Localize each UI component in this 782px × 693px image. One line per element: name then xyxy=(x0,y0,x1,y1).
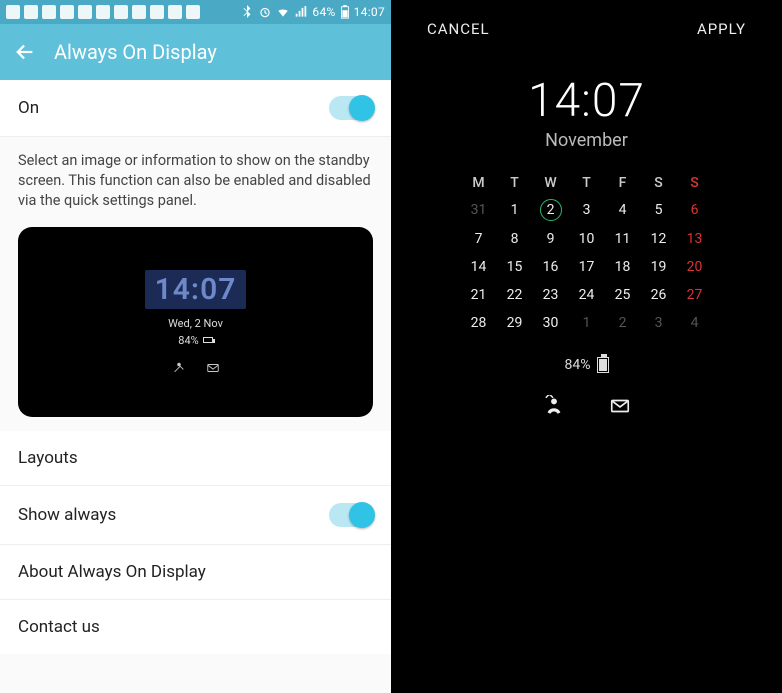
description-text: Select an image or information to show o… xyxy=(0,137,391,221)
cal-day: 13 xyxy=(683,229,707,249)
cal-day: 17 xyxy=(575,257,599,277)
notif-icon xyxy=(6,5,20,19)
preview-clock: 14:07 xyxy=(145,270,247,309)
alarm-icon xyxy=(258,5,272,19)
on-toggle-row[interactable]: On xyxy=(0,80,391,137)
notif-icon xyxy=(114,5,128,19)
settings-screen: 64% 14:07 Always On Display On Select an… xyxy=(0,0,391,693)
notif-icon xyxy=(132,5,146,19)
cal-day: 10 xyxy=(575,229,599,249)
cal-day: 25 xyxy=(611,285,635,305)
cal-day: 11 xyxy=(611,229,635,249)
status-time: 14:07 xyxy=(354,5,385,19)
mail-icon xyxy=(609,395,631,417)
cal-dow: T xyxy=(503,175,527,191)
preview-icons xyxy=(172,361,220,375)
on-label: On xyxy=(18,98,39,118)
cal-day: 3 xyxy=(647,313,671,333)
contact-item[interactable]: Contact us xyxy=(0,600,391,654)
aod-clock: 14:07 xyxy=(528,74,645,128)
cal-day: 4 xyxy=(611,199,635,221)
status-bar: 64% 14:07 xyxy=(0,0,391,24)
cal-day: 9 xyxy=(539,229,563,249)
about-item[interactable]: About Always On Display xyxy=(0,545,391,600)
aod-calendar: MTWTFSS 31123456789101112131415161718192… xyxy=(455,167,719,341)
missed-call-icon xyxy=(543,395,565,417)
cal-day: 14 xyxy=(467,257,491,277)
cal-day: 26 xyxy=(647,285,671,305)
cal-day: 2 xyxy=(539,199,563,221)
cal-day: 1 xyxy=(503,199,527,221)
cal-day: 18 xyxy=(611,257,635,277)
cal-day: 29 xyxy=(503,313,527,333)
cal-day: 8 xyxy=(503,229,527,249)
battery-icon xyxy=(203,337,213,343)
aod-notification-icons xyxy=(543,395,631,417)
apply-button[interactable]: APPLY xyxy=(697,20,746,38)
notif-icon xyxy=(150,5,164,19)
layouts-item[interactable]: Layouts xyxy=(0,431,391,486)
bluetooth-icon xyxy=(240,5,254,19)
cal-day: 28 xyxy=(467,313,491,333)
cal-dow: W xyxy=(539,175,563,191)
cal-dow: T xyxy=(575,175,599,191)
notif-icon xyxy=(42,5,56,19)
cal-day: 12 xyxy=(647,229,671,249)
page-title: Always On Display xyxy=(54,40,217,64)
cal-day: 21 xyxy=(467,285,491,305)
cal-day: 31 xyxy=(467,199,491,221)
cal-day: 6 xyxy=(683,199,707,221)
cal-day: 4 xyxy=(683,313,707,333)
battery-icon xyxy=(340,5,350,19)
missed-call-icon xyxy=(172,361,186,375)
notif-icon xyxy=(78,5,92,19)
mail-icon xyxy=(206,361,220,375)
status-battery-pct: 64% xyxy=(312,5,335,19)
notif-icon xyxy=(168,5,182,19)
cal-dow: S xyxy=(647,175,671,191)
cal-day: 7 xyxy=(467,229,491,249)
back-icon[interactable] xyxy=(14,41,36,63)
preview-date: Wed, 2 Nov xyxy=(168,317,223,330)
notif-icon xyxy=(96,5,110,19)
cal-day: 27 xyxy=(683,285,707,305)
cal-day: 5 xyxy=(647,199,671,221)
show-always-item[interactable]: Show always xyxy=(0,486,391,545)
battery-icon xyxy=(597,357,609,373)
cal-day: 1 xyxy=(575,313,599,333)
cal-day: 2 xyxy=(611,313,635,333)
app-bar: Always On Display xyxy=(0,24,391,80)
layouts-label: Layouts xyxy=(18,448,78,468)
cal-day: 20 xyxy=(683,257,707,277)
cal-day: 15 xyxy=(503,257,527,277)
notif-icon xyxy=(186,5,200,19)
show-always-toggle[interactable] xyxy=(329,503,373,527)
cal-day: 30 xyxy=(539,313,563,333)
preview-battery: 84% xyxy=(178,334,212,347)
notif-icon xyxy=(24,5,38,19)
aod-month: November xyxy=(545,130,628,151)
cal-day: 22 xyxy=(503,285,527,305)
cal-day: 16 xyxy=(539,257,563,277)
aod-preview-screen: CANCEL APPLY 14:07 November MTWTFSS 3112… xyxy=(391,0,782,693)
signal-icon xyxy=(294,5,308,19)
cal-dow: F xyxy=(611,175,635,191)
cal-day: 24 xyxy=(575,285,599,305)
show-always-label: Show always xyxy=(18,505,116,525)
about-label: About Always On Display xyxy=(18,562,206,582)
cal-dow: S xyxy=(683,175,707,191)
cancel-button[interactable]: CANCEL xyxy=(427,20,490,38)
cal-day: 19 xyxy=(647,257,671,277)
wifi-icon xyxy=(276,5,290,19)
aod-battery: 84% xyxy=(565,357,609,373)
cal-day: 23 xyxy=(539,285,563,305)
on-toggle[interactable] xyxy=(329,96,373,120)
contact-label: Contact us xyxy=(18,617,100,637)
cal-dow: M xyxy=(467,175,491,191)
notif-icon xyxy=(60,5,74,19)
aod-preview[interactable]: 14:07 Wed, 2 Nov 84% xyxy=(18,227,373,417)
cal-day: 3 xyxy=(575,199,599,221)
